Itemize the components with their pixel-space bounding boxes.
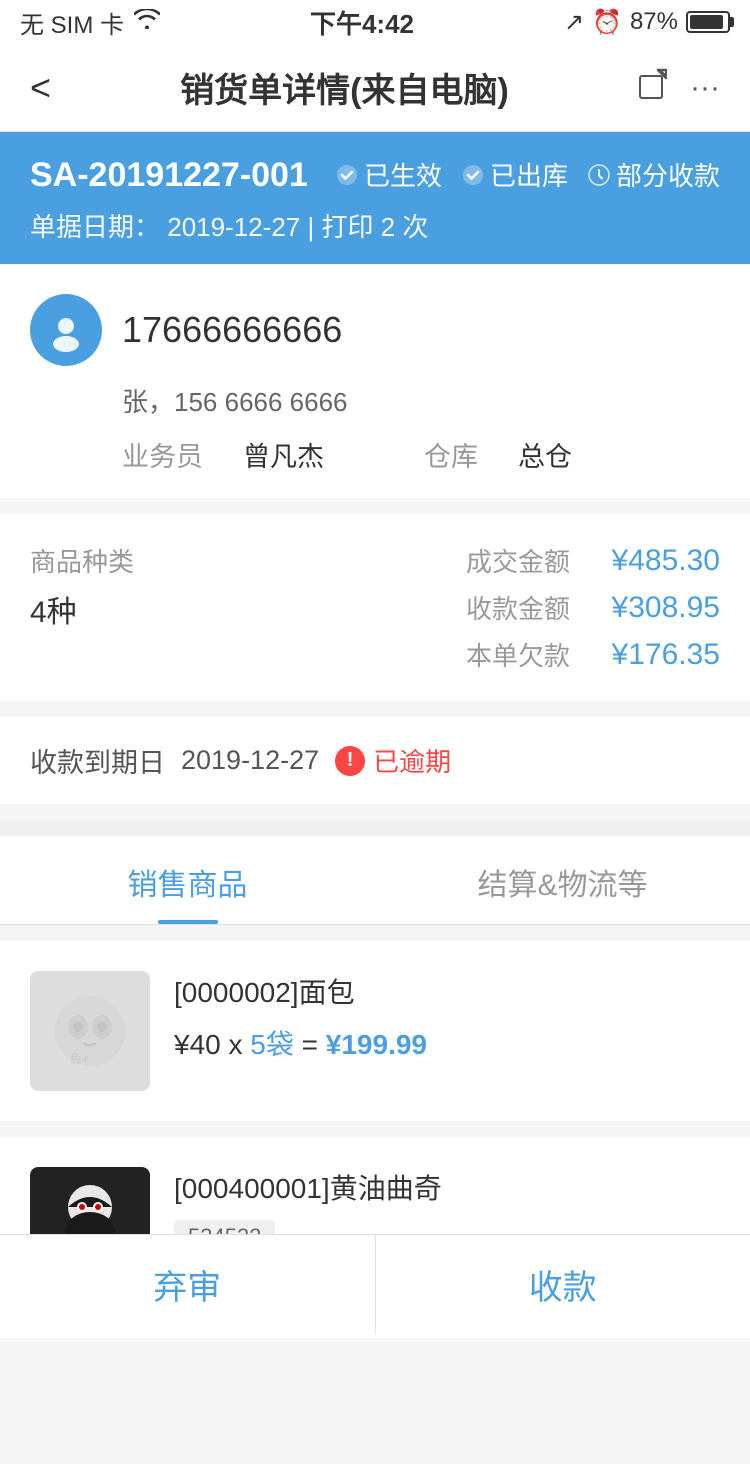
status-right: ↗ ⏰ 87% bbox=[564, 8, 730, 37]
status-partial: 部分收款 bbox=[588, 156, 720, 193]
battery-icon bbox=[686, 11, 730, 33]
avatar bbox=[30, 294, 102, 366]
location-icon: ↗ bbox=[564, 8, 584, 37]
owed-label: 本单欠款 bbox=[466, 636, 570, 673]
product-list: 鱼+ [0000002]面包 ¥40 x 5袋 = ¥199.99 bbox=[0, 941, 750, 1464]
product-code-2: [000400001]黄油曲奇 bbox=[174, 1167, 720, 1207]
divider bbox=[0, 820, 750, 836]
warehouse-label: 仓库 bbox=[424, 435, 478, 474]
warehouse-name: 总仓 bbox=[518, 435, 572, 474]
battery-percent: 87% bbox=[630, 8, 678, 36]
customer-name-phone: 张，156 6666 6666 bbox=[30, 382, 720, 419]
wifi-icon bbox=[134, 8, 160, 36]
cancel-button[interactable]: 弃审 bbox=[0, 1235, 376, 1334]
collected-value: ¥308.95 bbox=[590, 591, 720, 625]
svg-text:鱼+: 鱼+ bbox=[70, 1052, 89, 1066]
status-shipped: 已出库 bbox=[462, 156, 568, 193]
order-status: 已生效 已出库 部分收款 bbox=[336, 156, 720, 193]
collect-button[interactable]: 收款 bbox=[376, 1235, 750, 1334]
sales-name: 曾凡杰 bbox=[243, 435, 324, 474]
amount-deal: 成交金额 ¥485.30 bbox=[466, 542, 720, 579]
overdue-badge: ! 已逾期 bbox=[335, 742, 451, 779]
types-label: 商品种类 bbox=[30, 542, 134, 579]
bottom-bar: 弃审 收款 bbox=[0, 1234, 750, 1334]
product-info-1: [0000002]面包 ¥40 x 5袋 = ¥199.99 bbox=[174, 971, 720, 1063]
due-date: 2019-12-27 bbox=[181, 745, 319, 776]
tabs: 销售商品 结算&物流等 bbox=[0, 836, 750, 925]
types-count: 4种 bbox=[30, 587, 134, 631]
back-button[interactable]: < bbox=[30, 67, 51, 109]
table-row: 鱼+ [0000002]面包 ¥40 x 5袋 = ¥199.99 bbox=[0, 941, 750, 1121]
product-code-1: [0000002]面包 bbox=[174, 971, 720, 1011]
amount-details: 成交金额 ¥485.30 收款金额 ¥308.95 本单欠款 ¥176.35 bbox=[466, 542, 720, 673]
page-title: 销货单详情(来自电脑) bbox=[180, 63, 509, 112]
customer-header: 17666666666 bbox=[30, 294, 720, 366]
due-label: 收款到期日 bbox=[30, 741, 165, 780]
product-types: 商品种类 4种 bbox=[30, 542, 134, 631]
amount-owed: 本单欠款 ¥176.35 bbox=[466, 636, 720, 673]
tab-products[interactable]: 销售商品 bbox=[0, 836, 375, 924]
owed-value: ¥176.35 bbox=[590, 638, 720, 672]
deal-label: 成交金额 bbox=[466, 542, 570, 579]
total-1: ¥199.99 bbox=[326, 1029, 427, 1060]
alarm-icon: ⏰ bbox=[592, 8, 622, 37]
share-button[interactable] bbox=[638, 68, 670, 108]
status-activated: 已生效 bbox=[336, 156, 442, 193]
carrier-label: 无 SIM 卡 bbox=[20, 5, 124, 40]
tab-settlement[interactable]: 结算&物流等 bbox=[375, 836, 750, 924]
overdue-label: 已逾期 bbox=[373, 742, 451, 779]
nav-bar: < 销货单详情(来自电脑) ··· bbox=[0, 44, 750, 132]
status-time: 下午4:42 bbox=[310, 4, 414, 41]
product-price-1: ¥40 x 5袋 = ¥199.99 bbox=[174, 1023, 720, 1063]
collected-label: 收款金额 bbox=[466, 589, 570, 626]
summary-section: 商品种类 4种 成交金额 ¥485.30 收款金额 ¥308.95 本单欠款 ¥… bbox=[0, 514, 750, 701]
overdue-icon: ! bbox=[335, 746, 365, 776]
due-section: 收款到期日 2019-12-27 ! 已逾期 bbox=[0, 717, 750, 804]
order-date: 单据日期： 2019-12-27 | 打印 2 次 bbox=[30, 207, 720, 244]
amount-collected: 收款金额 ¥308.95 bbox=[466, 589, 720, 626]
status-bar: 无 SIM 卡 下午4:42 ↗ ⏰ 87% bbox=[0, 0, 750, 44]
nav-right: ··· bbox=[638, 68, 720, 108]
product-thumbnail-1: 鱼+ bbox=[30, 971, 150, 1091]
order-banner: SA-20191227-001 已生效 已出库 部分收款 单据日期： 2019-… bbox=[0, 132, 750, 264]
customer-section: 17666666666 张，156 6666 6666 业务员 曾凡杰 仓库 总… bbox=[0, 264, 750, 498]
customer-phone: 17666666666 bbox=[122, 309, 342, 351]
deal-value: ¥485.30 bbox=[590, 544, 720, 578]
sales-label: 业务员 bbox=[122, 435, 203, 474]
status-left: 无 SIM 卡 bbox=[20, 5, 160, 40]
customer-info: 业务员 曾凡杰 仓库 总仓 bbox=[30, 435, 720, 474]
more-button[interactable]: ··· bbox=[690, 71, 720, 105]
nav-left: < bbox=[30, 67, 51, 109]
order-id: SA-20191227-001 bbox=[30, 156, 308, 195]
quantity-highlight-1: 5袋 bbox=[250, 1029, 294, 1060]
